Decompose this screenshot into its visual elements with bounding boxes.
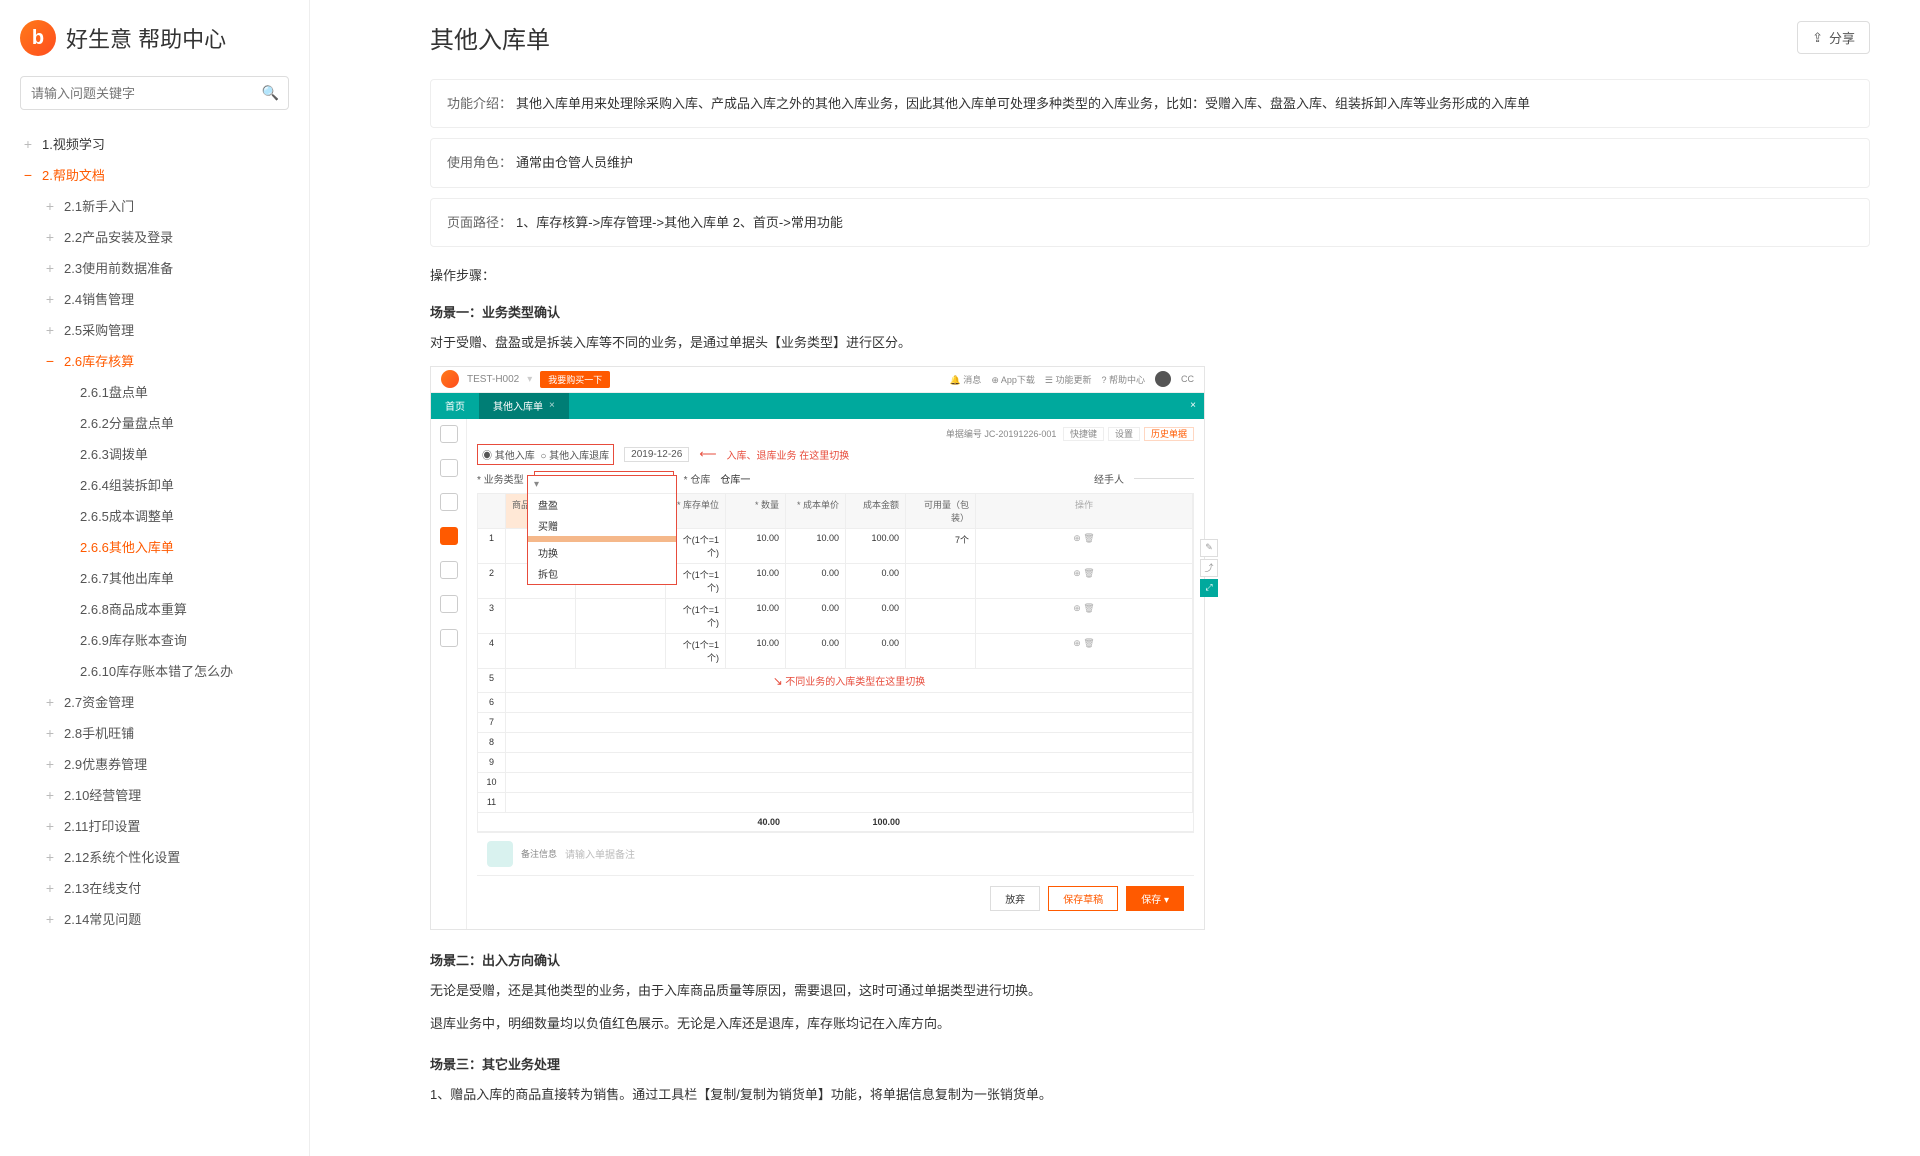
rail-icon [440, 493, 458, 511]
search-box: 🔍 [20, 76, 289, 110]
shot-buy-button: 我要购买一下 [540, 371, 610, 388]
brand: b 好生意 帮助中心 [20, 20, 309, 56]
role-text: 通常由仓管人员维护 [516, 155, 633, 170]
nav-video[interactable]: +1.视频学习 [20, 128, 309, 159]
remark-icon [487, 841, 513, 867]
scene3-text: 1、赠品入库的商品直接转为销售。通过工具栏【复制/复制为销货单】功能，将单据信息… [430, 1083, 1870, 1108]
share-icon: ⇪ [1812, 30, 1823, 46]
path-text: 1、库存核算->库存管理->其他入库单 2、首页->常用功能 [516, 215, 843, 230]
nav-2-6-1[interactable]: 2.6.1盘点单 [20, 376, 309, 407]
nav-docs[interactable]: −2.帮助文档 [20, 159, 309, 190]
scene1-title: 场景一：业务类型确认 [430, 302, 1870, 321]
role-label: 使用角色： [447, 155, 512, 170]
rail-icon [440, 425, 458, 443]
nav-2-2[interactable]: +2.2产品安装及登录 [20, 221, 309, 252]
minus-icon: − [20, 167, 36, 183]
nav-2-13[interactable]: +2.13在线支付 [20, 872, 309, 903]
annotation-1: 入库、退库业务 在这里切换 [727, 447, 850, 462]
search-input[interactable] [20, 76, 289, 110]
sidebar-nav: +1.视频学习 −2.帮助文档 +2.1新手入门 +2.2产品安装及登录 +2.… [20, 128, 309, 934]
avatar-icon [1155, 371, 1171, 387]
plus-icon: + [42, 911, 58, 927]
nav-2-6-5[interactable]: 2.6.5成本调整单 [20, 500, 309, 531]
scene3-title: 场景三：其它业务处理 [430, 1054, 1870, 1073]
rail-icon [440, 459, 458, 477]
minus-icon: − [42, 353, 58, 369]
nav-2-6-2[interactable]: 2.6.2分量盘点单 [20, 407, 309, 438]
path-callout: 页面路径： 1、库存核算->库存管理->其他入库单 2、首页->常用功能 [430, 198, 1870, 247]
brand-logo: b [20, 20, 56, 56]
main-content: 其他入库单 ⇪分享 功能介绍： 其他入库单用来处理除采购入库、产成品入库之外的其他… [310, 0, 1910, 1156]
sidebar: b 好生意 帮助中心 🔍 +1.视频学习 −2.帮助文档 +2.1新手入门 +2… [0, 0, 310, 1156]
role-callout: 使用角色： 通常由仓管人员维护 [430, 138, 1870, 187]
nav-2-12[interactable]: +2.12系统个性化设置 [20, 841, 309, 872]
nav-2-11[interactable]: +2.11打印设置 [20, 810, 309, 841]
plus-icon: + [42, 260, 58, 276]
nav-2-6-10[interactable]: 2.6.10库存账本错了怎么办 [20, 655, 309, 686]
intro-text: 其他入库单用来处理除采购入库、产成品入库之外的其他入库业务，因此其他入库单可处理… [516, 96, 1530, 111]
nav-2-8[interactable]: +2.8手机旺铺 [20, 717, 309, 748]
nav-2-5[interactable]: +2.5采购管理 [20, 314, 309, 345]
shot-date: 2019-12-26 [624, 447, 689, 462]
plus-icon: + [42, 229, 58, 245]
rail-icon [440, 561, 458, 579]
shot-tab-doc: 其他入库单× [479, 393, 569, 419]
share-button[interactable]: ⇪分享 [1797, 21, 1870, 54]
scene2-text1: 无论是受赠，还是其他类型的业务，由于入库商品质量等原因，需要退回，这时可通过单据… [430, 979, 1870, 1004]
arrow-icon: ⟵ [699, 447, 716, 461]
plus-icon: + [42, 787, 58, 803]
nav-2-6-4[interactable]: 2.6.4组装拆卸单 [20, 469, 309, 500]
scene2-text2: 退库业务中，明细数量均以负值红色展示。无论是入库还是退库，库存账均记在入库方向。 [430, 1012, 1870, 1037]
close-icon: × [1182, 400, 1204, 411]
search-icon[interactable]: 🔍 [262, 85, 279, 102]
plus-icon: + [20, 136, 36, 152]
plus-icon: + [42, 322, 58, 338]
rail-icon [440, 595, 458, 613]
nav-2-6-3[interactable]: 2.6.3调拨单 [20, 438, 309, 469]
biz-type-dropdown: ▾ 盘盈 买赠 功换 拆包 [527, 475, 677, 585]
path-label: 页面路径： [447, 215, 512, 230]
plus-icon: + [42, 880, 58, 896]
nav-2-14[interactable]: +2.14常见问题 [20, 903, 309, 934]
rail-icon [440, 527, 458, 545]
plus-icon: + [42, 725, 58, 741]
shot-logo-icon [441, 370, 459, 388]
nav-2-9[interactable]: +2.9优惠券管理 [20, 748, 309, 779]
nav-2-1[interactable]: +2.1新手入门 [20, 190, 309, 221]
nav-2-10[interactable]: +2.10经营管理 [20, 779, 309, 810]
intro-label: 功能介绍： [447, 96, 512, 111]
close-icon: × [549, 400, 555, 411]
plus-icon: + [42, 756, 58, 772]
plus-icon: + [42, 694, 58, 710]
scene2-title: 场景二：出入方向确认 [430, 950, 1870, 969]
plus-icon: + [42, 849, 58, 865]
nav-2-6-9[interactable]: 2.6.9库存账本查询 [20, 624, 309, 655]
side-handles: ✎⤴⤢ [1200, 539, 1218, 599]
plus-icon: + [42, 818, 58, 834]
nav-2-7[interactable]: +2.7资金管理 [20, 686, 309, 717]
shot-discard-button: 放弃 [990, 886, 1040, 911]
nav-2-6-7[interactable]: 2.6.7其他出库单 [20, 562, 309, 593]
nav-2-6[interactable]: −2.6库存核算 [20, 345, 309, 376]
shot-left-rail [431, 419, 467, 929]
rail-icon [440, 629, 458, 647]
shot-radio-group: ◉ 其他入库 ○ 其他入库退库 [477, 444, 614, 465]
plus-icon: + [42, 291, 58, 307]
shot-db-name: TEST-H002 [467, 374, 519, 385]
brand-title: 好生意 帮助中心 [66, 22, 226, 54]
scene1-text: 对于受赠、盘盈或是拆装入库等不同的业务，是通过单据头【业务类型】进行区分。 [430, 331, 1870, 356]
page-title: 其他入库单 [430, 20, 550, 55]
shot-save-button: 保存 ▾ [1126, 886, 1184, 911]
embedded-screenshot: TEST-H002 ▾ 我要购买一下 🔔 消息 ⊕ App下载 ☰ 功能更新 ?… [430, 366, 1205, 930]
shot-tab-home: 首页 [431, 393, 479, 419]
nav-2-4[interactable]: +2.4销售管理 [20, 283, 309, 314]
nav-2-6-8[interactable]: 2.6.8商品成本重算 [20, 593, 309, 624]
intro-callout: 功能介绍： 其他入库单用来处理除采购入库、产成品入库之外的其他入库业务，因此其他入… [430, 79, 1870, 128]
steps-label: 操作步骤： [430, 265, 1870, 284]
nav-2-3[interactable]: +2.3使用前数据准备 [20, 252, 309, 283]
shot-draft-button: 保存草稿 [1048, 886, 1118, 911]
plus-icon: + [42, 198, 58, 214]
nav-2-6-6[interactable]: 2.6.6其他入库单 [20, 531, 309, 562]
